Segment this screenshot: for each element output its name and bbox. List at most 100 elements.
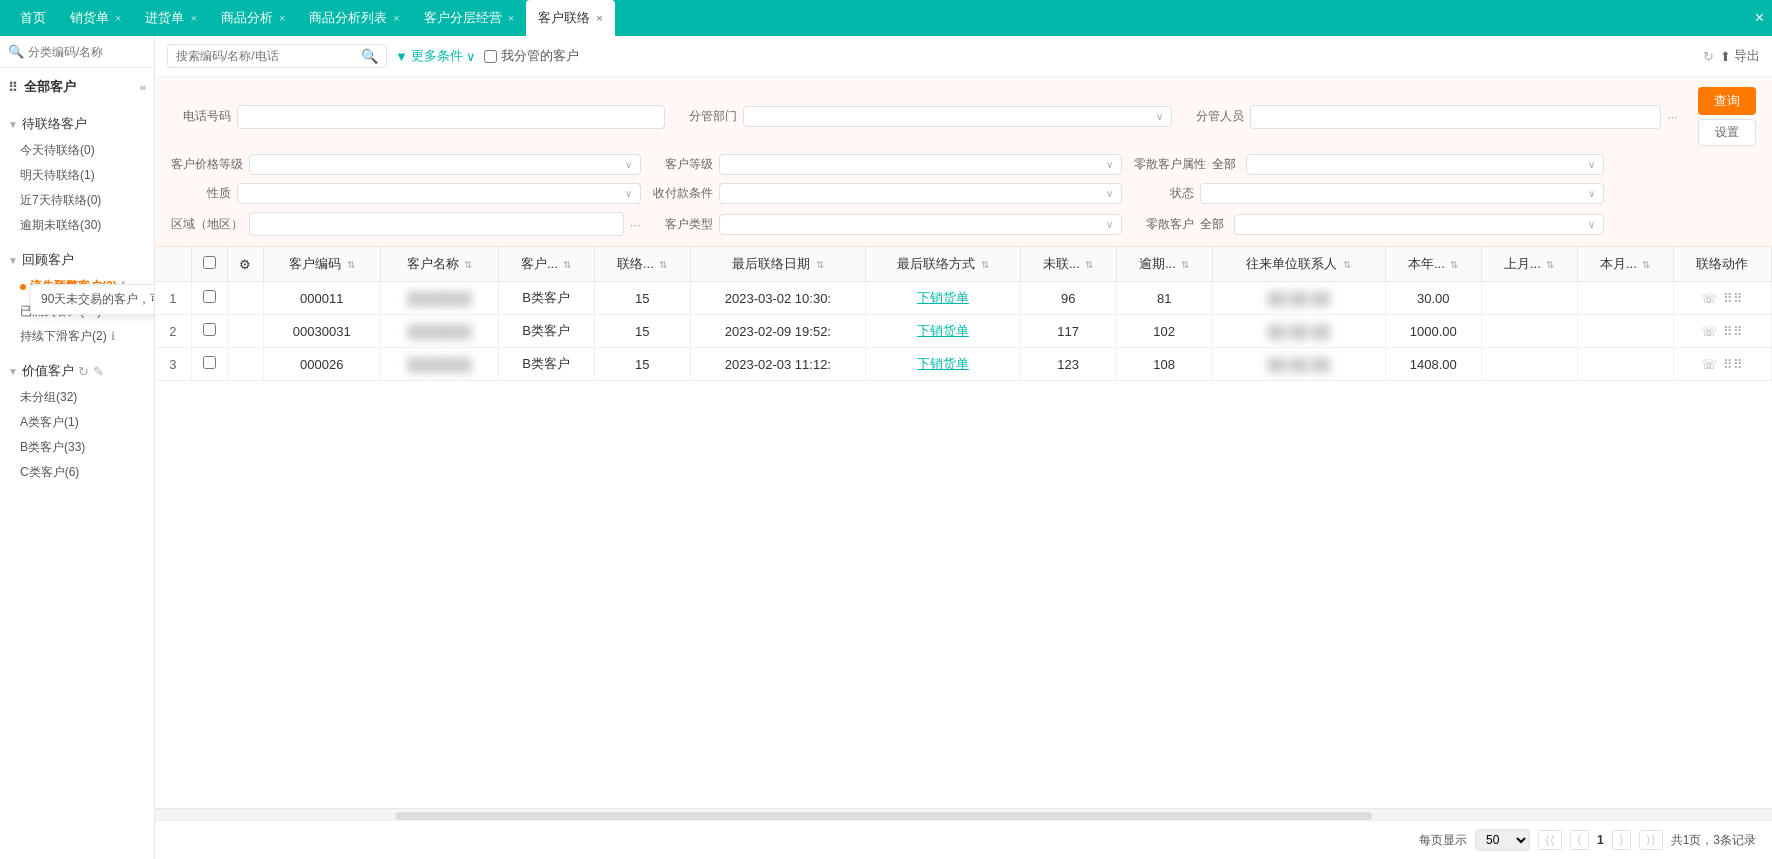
horizontal-scrollbar[interactable] bbox=[155, 808, 1772, 820]
table-row: 200030031███████B类客户152023-02-09 19:52:下… bbox=[155, 315, 1772, 348]
row-settings-cell bbox=[227, 348, 263, 381]
sort-this-month-icon[interactable]: ⇅ bbox=[1642, 259, 1650, 270]
sidebar-search-input[interactable] bbox=[28, 45, 146, 59]
search-input[interactable] bbox=[176, 49, 361, 63]
row-checkbox-0[interactable] bbox=[203, 290, 216, 303]
row-checkbox-cell[interactable] bbox=[191, 315, 227, 348]
sidebar-item-declining[interactable]: 持续下滑客户(2) ℹ bbox=[0, 324, 154, 349]
export-btn[interactable]: ⬆ 导出 bbox=[1720, 47, 1760, 65]
action-phone-icon[interactable]: ☏ bbox=[1701, 291, 1717, 306]
customer-type-select[interactable]: ∨ bbox=[719, 214, 1123, 235]
sidebar-all-customers[interactable]: ⠿ 全部客户 « bbox=[0, 72, 154, 102]
refresh-icon-btn[interactable]: ↻ bbox=[1703, 49, 1714, 64]
payment-select[interactable]: ∨ bbox=[719, 183, 1123, 204]
info-icon-declining[interactable]: ℹ bbox=[111, 330, 115, 343]
action-more-icon[interactable]: ⠿⠿ bbox=[1723, 357, 1743, 372]
sort-type-icon[interactable]: ⇅ bbox=[563, 259, 571, 270]
row-checkbox-cell[interactable] bbox=[191, 282, 227, 315]
dept-select[interactable]: ∨ bbox=[743, 106, 1171, 127]
person-more-icon[interactable]: ··· bbox=[1667, 109, 1678, 124]
refresh-icon[interactable]: ↻ bbox=[78, 364, 89, 379]
sidebar-item-7days-pending[interactable]: 近7天待联络(0) bbox=[0, 188, 154, 213]
sort-name-icon[interactable]: ⇅ bbox=[464, 259, 472, 270]
row-action[interactable]: ☏ ⠿⠿ bbox=[1673, 282, 1771, 315]
customer-level-select[interactable]: ∨ bbox=[719, 154, 1123, 175]
tab-home[interactable]: 首页 bbox=[8, 0, 58, 36]
region-input[interactable] bbox=[249, 212, 624, 236]
action-more-icon[interactable]: ⠿⠿ bbox=[1723, 291, 1743, 306]
person-input[interactable] bbox=[1250, 105, 1661, 129]
row-action[interactable]: ☏ ⠿⠿ bbox=[1673, 348, 1771, 381]
row-checkbox-1[interactable] bbox=[203, 323, 216, 336]
action-more-icon[interactable]: ⠿⠿ bbox=[1723, 324, 1743, 339]
sidebar-item-tomorrow-pending[interactable]: 明天待联络(1) bbox=[0, 163, 154, 188]
action-phone-icon[interactable]: ☏ bbox=[1701, 357, 1717, 372]
price-level-select[interactable]: ∨ bbox=[249, 154, 641, 175]
search-button[interactable]: 🔍 bbox=[361, 48, 378, 64]
scrollbar-track[interactable] bbox=[395, 812, 1372, 820]
sidebar-item-ungrouped[interactable]: 未分组(32) bbox=[0, 385, 154, 410]
search-box: 🔍 bbox=[167, 44, 387, 68]
sidebar-group-value[interactable]: ▼ 价值客户 ↻ ✎ bbox=[0, 357, 154, 385]
edit-icon[interactable]: ✎ bbox=[93, 364, 104, 379]
close-all-tabs[interactable]: × bbox=[1755, 9, 1764, 27]
row-settings-cell bbox=[227, 315, 263, 348]
sidebar-item-b-class[interactable]: B类客户(33) bbox=[0, 435, 154, 460]
col-settings[interactable]: ⚙ bbox=[227, 247, 263, 282]
select-all-checkbox[interactable] bbox=[203, 256, 216, 269]
sidebar-group-pending[interactable]: ▼ 待联络客户 bbox=[0, 110, 154, 138]
sidebar-item-a-class[interactable]: A类客户(1) bbox=[0, 410, 154, 435]
tab-product-analysis-list[interactable]: 商品分析列表 × bbox=[297, 0, 411, 36]
my-customers-checkbox[interactable] bbox=[484, 50, 497, 63]
tab-sales-order[interactable]: 销货单 × bbox=[58, 0, 133, 36]
close-tab-product-list[interactable]: × bbox=[393, 12, 399, 24]
phone-input[interactable] bbox=[237, 105, 665, 129]
retail-attr-select[interactable]: ∨ bbox=[1246, 154, 1604, 175]
close-tab-product-analysis[interactable]: × bbox=[279, 12, 285, 24]
sort-code-icon[interactable]: ⇅ bbox=[347, 259, 355, 270]
col-checkbox[interactable] bbox=[191, 247, 227, 282]
nature-select[interactable]: ∨ bbox=[237, 183, 641, 204]
sort-year-icon[interactable]: ⇅ bbox=[1450, 259, 1458, 270]
sidebar-item-c-class[interactable]: C类客户(6) bbox=[0, 460, 154, 485]
collapse-icon[interactable]: « bbox=[140, 81, 146, 93]
sidebar-item-overdue-pending[interactable]: 逾期未联络(30) bbox=[0, 213, 154, 238]
row-last-way[interactable]: 下销货单 bbox=[866, 348, 1021, 381]
sidebar-item-today-pending[interactable]: 今天待联络(0) bbox=[0, 138, 154, 163]
tab-product-analysis[interactable]: 商品分析 × bbox=[209, 0, 297, 36]
row-checkbox-cell[interactable] bbox=[191, 348, 227, 381]
query-button[interactable]: 查询 bbox=[1698, 87, 1756, 115]
action-phone-icon[interactable]: ☏ bbox=[1701, 324, 1717, 339]
sort-date-icon[interactable]: ⇅ bbox=[816, 259, 824, 270]
sort-way-icon[interactable]: ⇅ bbox=[981, 259, 989, 270]
close-tab-sales[interactable]: × bbox=[115, 12, 121, 24]
prev-page-btn[interactable]: ⟨ bbox=[1570, 830, 1589, 850]
row-checkbox-2[interactable] bbox=[203, 356, 216, 369]
close-tab-customer-contact[interactable]: × bbox=[596, 12, 602, 24]
row-last-way[interactable]: 下销货单 bbox=[866, 315, 1021, 348]
region-more-icon[interactable]: ··· bbox=[630, 217, 641, 232]
retail-customer-select[interactable]: ∨ bbox=[1234, 214, 1604, 235]
my-customers-checkbox-label[interactable]: 我分管的客户 bbox=[484, 47, 579, 65]
row-action[interactable]: ☏ ⠿⠿ bbox=[1673, 315, 1771, 348]
content-area: 🔍 ▼ 更多条件 ∨ 我分管的客户 ↻ ⬆ 导出 bbox=[155, 36, 1772, 859]
sort-unit-icon[interactable]: ⇅ bbox=[1343, 259, 1351, 270]
tab-purchase-order[interactable]: 进货单 × bbox=[133, 0, 208, 36]
first-page-btn[interactable]: ⟨⟨ bbox=[1538, 830, 1562, 850]
settings-button[interactable]: 设置 bbox=[1698, 119, 1756, 146]
close-tab-purchase[interactable]: × bbox=[190, 12, 196, 24]
tab-customer-tier[interactable]: 客户分层经营 × bbox=[412, 0, 526, 36]
more-conditions-btn[interactable]: ▼ 更多条件 ∨ bbox=[395, 47, 476, 65]
sort-uncontacted-icon[interactable]: ⇅ bbox=[1085, 259, 1093, 270]
sort-contact-icon[interactable]: ⇅ bbox=[659, 259, 667, 270]
sort-last-month-icon[interactable]: ⇅ bbox=[1546, 259, 1554, 270]
status-select[interactable]: ∨ bbox=[1200, 183, 1604, 204]
close-tab-customer-tier[interactable]: × bbox=[508, 12, 514, 24]
sort-overdue-icon[interactable]: ⇅ bbox=[1181, 259, 1189, 270]
row-last-way[interactable]: 下销货单 bbox=[866, 282, 1021, 315]
tab-customer-contact[interactable]: 客户联络 × bbox=[526, 0, 614, 36]
per-page-select[interactable]: 50 20 100 bbox=[1475, 829, 1530, 851]
sidebar-group-review[interactable]: ▼ 回顾客户 bbox=[0, 246, 154, 274]
last-page-btn[interactable]: ⟩⟩ bbox=[1639, 830, 1663, 850]
next-page-btn[interactable]: ⟩ bbox=[1612, 830, 1631, 850]
